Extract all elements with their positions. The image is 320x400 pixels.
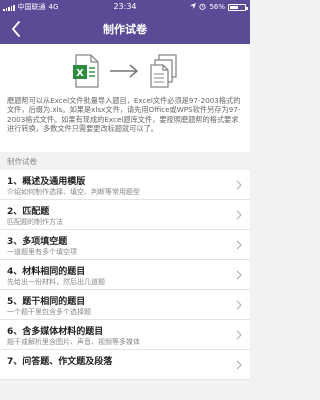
chevron-right-icon	[234, 179, 244, 191]
list-item[interactable]: 1、概述及通用模版 介绍如何制作选择、填空、判断等常用题型	[0, 170, 250, 200]
battery-percent: 56%	[209, 3, 225, 11]
chevron-right-icon	[234, 269, 244, 281]
list-item[interactable]: 4、材料相同的题目 先给出一份材料，然后出几道题	[0, 260, 250, 290]
status-right: 56%	[190, 0, 248, 14]
intro-text: 磨题帮可以从Excel文件批量导入题目，Excel文件必须是97-2003格式的…	[7, 96, 241, 134]
document-stack-icon	[150, 54, 177, 88]
list-item-subtitle: 一个题干里包含多个选择题	[7, 308, 91, 316]
list-item-title: 5、题干相同的题目	[7, 297, 86, 307]
list-item-subtitle: 一道题里有多个填空项	[7, 248, 77, 256]
alarm-icon	[199, 3, 207, 12]
chevron-right-icon	[234, 359, 244, 371]
chevron-right-icon	[234, 299, 244, 311]
list-item-title: 4、材料相同的题目	[7, 267, 86, 277]
nav-bar: 制作试卷	[0, 14, 250, 44]
excel-file-icon: X	[73, 54, 99, 88]
list-item-title: 6、含多媒体材料的题目	[7, 327, 104, 337]
list-item[interactable]: 2、匹配题 匹配题的制作方法	[0, 200, 250, 230]
chevron-right-icon	[234, 209, 244, 221]
list-item[interactable]: 7、问答题、作文题及段落	[0, 350, 250, 380]
list-item-subtitle: 介绍如何制作选择、填空、判断等常用题型	[7, 188, 140, 196]
list-item-subtitle: 先给出一份材料，然后出几道题	[7, 278, 105, 286]
chevron-right-icon	[234, 329, 244, 341]
template-list: 1、概述及通用模版 介绍如何制作选择、填空、判断等常用题型 2、匹配题 匹配题的…	[0, 170, 250, 380]
chevron-right-icon	[234, 239, 244, 251]
intro-panel: X 磨题帮可以从Excel文件批量导入题目，Excel文件必须是97-2003格…	[0, 44, 250, 152]
list-item-title: 1、概述及通用模版	[7, 177, 86, 187]
battery-icon	[228, 3, 248, 11]
status-bar: 中国联通 4G 23:34 56%	[0, 0, 250, 14]
list-item-subtitle: 题干或解析里含图片、声音、视频等多媒体	[7, 338, 140, 346]
svg-text:X: X	[76, 68, 84, 79]
arrow-right-icon	[110, 64, 139, 78]
list-item-title: 2、匹配题	[7, 207, 50, 217]
list-item[interactable]: 6、含多媒体材料的题目 题干或解析里含图片、声音、视频等多媒体	[0, 320, 250, 350]
section-label: 制作试卷	[7, 157, 37, 166]
list-item-subtitle: 匹配题的制作方法	[7, 218, 63, 226]
page-title: 制作试卷	[103, 23, 147, 36]
import-illustration: X	[0, 50, 250, 92]
list-item[interactable]: 3、多项填空题 一道题里有多个填空项	[0, 230, 250, 260]
location-icon	[190, 3, 197, 11]
list-item-title: 7、问答题、作文题及段落	[7, 357, 113, 367]
list-item-title: 3、多项填空题	[7, 237, 68, 247]
list-item[interactable]: 5、题干相同的题目 一个题干里包含多个选择题	[0, 290, 250, 320]
